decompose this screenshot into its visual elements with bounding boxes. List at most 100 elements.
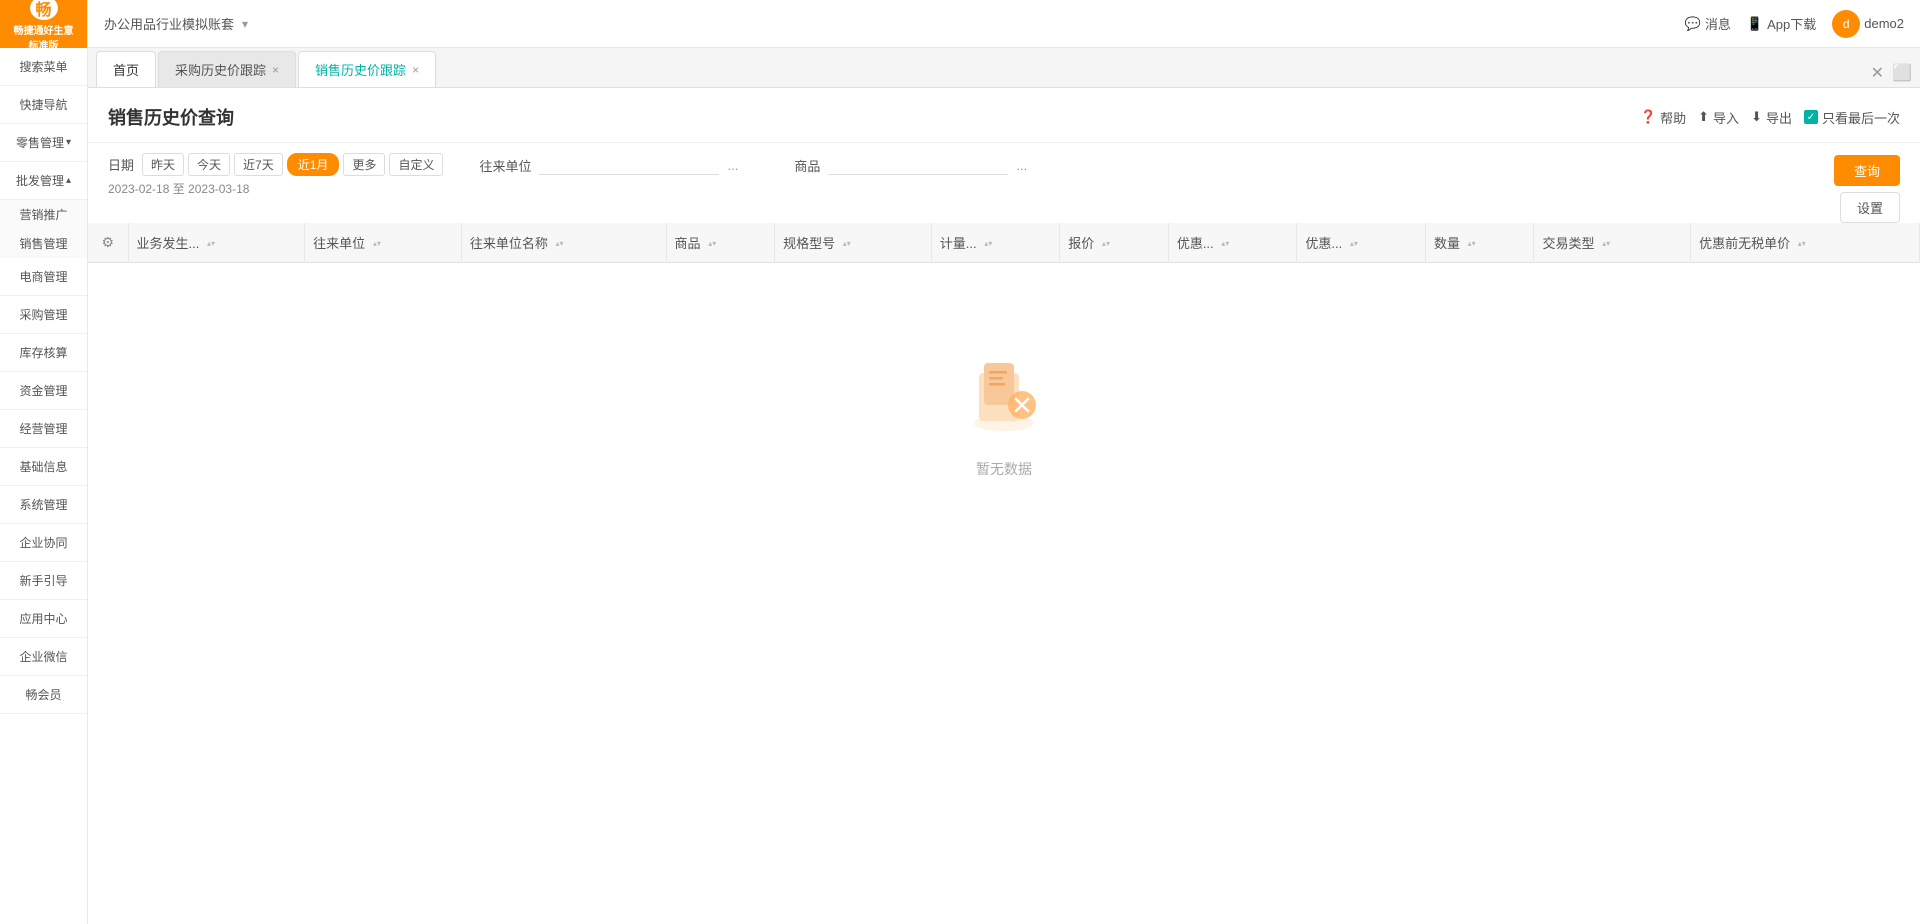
chevron-down-icon: ▾ xyxy=(66,137,71,148)
only-last-checkbox[interactable]: 只看最后一次 xyxy=(1804,108,1900,127)
sort-icon-12[interactable]: ▴▾ xyxy=(1798,241,1806,247)
sort-icon-5[interactable]: ▴▾ xyxy=(843,241,851,247)
settings-col-icon[interactable]: ⚙ xyxy=(101,234,114,250)
logo-icon: 畅 xyxy=(30,0,58,20)
sidebar-item-wechat[interactable]: 企业微信 xyxy=(0,638,87,676)
goods-dots[interactable]: ... xyxy=(1016,158,1027,173)
filter-date-top: 日期 昨天 今天 近7天 近1月 更多 自定义 xyxy=(108,153,443,176)
table-col-quote: 报价 ▴▾ xyxy=(1060,223,1169,263)
sidebar-item-operations[interactable]: 经营管理 xyxy=(0,410,87,448)
page-header: 销售历史价查询 ❓ 帮助 ⬆ 导入 ⬇ 导出 只看最后一次 xyxy=(88,88,1920,143)
phone-icon: 📱 xyxy=(1747,16,1763,32)
table-col-business-date: 业务发生... ▴▾ xyxy=(128,223,305,263)
tabs-right-actions: ✕ ⬜ xyxy=(1871,63,1912,87)
sort-icon-6[interactable]: ▴▾ xyxy=(984,241,992,247)
tab-sales[interactable]: 销售历史价跟踪 × xyxy=(298,51,436,87)
date-btn-7days[interactable]: 近7天 xyxy=(234,153,283,176)
close-window-icon[interactable]: ✕ xyxy=(1871,63,1884,83)
sort-icon-10[interactable]: ▴▾ xyxy=(1468,241,1476,247)
counterpart-input[interactable] xyxy=(539,155,719,175)
sidebar-item-guide[interactable]: 新手引导 xyxy=(0,562,87,600)
empty-icon xyxy=(954,343,1054,443)
date-buttons: 昨天 今天 近7天 近1月 更多 自定义 xyxy=(142,153,443,176)
sidebar: 畅 畅捷通好生意 标准版 搜索菜单 快捷导航 零售管理 ▾ 批发管理 ▴ 营销推… xyxy=(0,0,88,924)
help-icon: ❓ xyxy=(1640,109,1656,125)
sidebar-item-finance[interactable]: 资金管理 xyxy=(0,372,87,410)
sidebar-item-sales-mgmt[interactable]: 销售管理 xyxy=(0,229,87,258)
app-download-button[interactable]: 📱 App下载 xyxy=(1747,14,1816,33)
counterpart-dots[interactable]: ... xyxy=(727,158,738,173)
sort-icon-11[interactable]: ▴▾ xyxy=(1602,241,1610,247)
table-col-counterpart-name: 往来单位名称 ▴▾ xyxy=(461,223,666,263)
data-table: ⚙ 业务发生... ▴▾ 往来单位 ▴▾ 往来单位名称 ▴▾ xyxy=(88,223,1920,263)
maximize-icon[interactable]: ⬜ xyxy=(1892,63,1912,83)
tab-bar: 首页 采购历史价跟踪 × 销售历史价跟踪 × ✕ ⬜ xyxy=(88,48,1920,88)
search-button[interactable]: 查询 xyxy=(1834,155,1900,186)
filter-wrapper: 日期 昨天 今天 近7天 近1月 更多 自定义 2023-02-18 至 202… xyxy=(88,143,1920,223)
company-name: 办公用品行业模拟账套 xyxy=(104,14,234,33)
content-area: 销售历史价查询 ❓ 帮助 ⬆ 导入 ⬇ 导出 只看最后一次 xyxy=(88,88,1920,924)
sidebar-item-collab[interactable]: 企业协同 xyxy=(0,524,87,562)
tab-sales-close-icon[interactable]: × xyxy=(412,64,419,76)
topbar: 办公用品行业模拟账套 ▾ 💬 消息 📱 App下载 d demo2 xyxy=(88,0,1920,48)
sidebar-item-retail[interactable]: 零售管理 ▾ xyxy=(0,124,87,162)
topbar-left: 办公用品行业模拟账套 ▾ xyxy=(104,14,248,33)
user-menu[interactable]: d demo2 xyxy=(1832,10,1904,38)
sidebar-item-inventory[interactable]: 库存核算 xyxy=(0,334,87,372)
sidebar-item-ecommerce[interactable]: 电商管理 xyxy=(0,258,87,296)
main-area: 办公用品行业模拟账套 ▾ 💬 消息 📱 App下载 d demo2 首页 采购历… xyxy=(88,0,1920,924)
help-button[interactable]: ❓ 帮助 xyxy=(1640,108,1686,127)
sort-icon-3[interactable]: ▴▾ xyxy=(555,241,563,247)
date-btn-more[interactable]: 更多 xyxy=(343,153,385,176)
sort-icon-2[interactable]: ▴▾ xyxy=(373,241,381,247)
message-button[interactable]: 💬 消息 xyxy=(1685,14,1731,33)
sidebar-item-member[interactable]: 畅会员 xyxy=(0,676,87,714)
empty-text: 暂无数据 xyxy=(976,459,1032,479)
sort-icon-7[interactable]: ▴▾ xyxy=(1102,241,1110,247)
date-btn-yesterday[interactable]: 昨天 xyxy=(142,153,184,176)
sort-icon-4[interactable]: ▴▾ xyxy=(708,241,716,247)
tab-purchase[interactable]: 采购历史价跟踪 × xyxy=(158,51,296,87)
import-button[interactable]: ⬆ 导入 xyxy=(1698,108,1739,127)
export-icon: ⬇ xyxy=(1751,109,1762,125)
counterpart-label: 往来单位 xyxy=(479,156,531,175)
date-range-display: 2023-02-18 至 2023-03-18 xyxy=(108,180,443,197)
date-btn-today[interactable]: 今天 xyxy=(188,153,230,176)
table-col-goods: 商品 ▴▾ xyxy=(666,223,775,263)
table-col-trade-type: 交易类型 ▴▾ xyxy=(1534,223,1691,263)
logo-text: 畅捷通好生意 xyxy=(14,22,74,37)
sidebar-item-system[interactable]: 系统管理 xyxy=(0,486,87,524)
sidebar-item-wholesale[interactable]: 批发管理 ▴ xyxy=(0,162,87,200)
date-btn-custom[interactable]: 自定义 xyxy=(389,153,443,176)
dropdown-arrow-icon[interactable]: ▾ xyxy=(242,17,248,31)
message-icon: 💬 xyxy=(1685,16,1701,32)
sidebar-item-nav[interactable]: 快捷导航 xyxy=(0,86,87,124)
table-col-discount2: 优惠... ▴▾ xyxy=(1297,223,1426,263)
date-btn-1month[interactable]: 近1月 xyxy=(287,153,340,176)
sidebar-item-purchase[interactable]: 采购管理 xyxy=(0,296,87,334)
sort-icon-8[interactable]: ▴▾ xyxy=(1221,241,1229,247)
data-table-container: ⚙ 业务发生... ▴▾ 往来单位 ▴▾ 往来单位名称 ▴▾ xyxy=(88,223,1920,559)
table-col-settings: ⚙ xyxy=(88,223,128,263)
sort-icon-9[interactable]: ▴▾ xyxy=(1350,241,1358,247)
sidebar-logo[interactable]: 畅 畅捷通好生意 标准版 xyxy=(0,0,87,48)
sidebar-item-search[interactable]: 搜索菜单 xyxy=(0,48,87,86)
table-col-unit: 计量... ▴▾ xyxy=(931,223,1060,263)
sidebar-item-app-center[interactable]: 应用中心 xyxy=(0,600,87,638)
settings-button[interactable]: 设置 xyxy=(1840,192,1900,223)
chevron-up-icon: ▴ xyxy=(66,175,71,186)
sidebar-item-base-info[interactable]: 基础信息 xyxy=(0,448,87,486)
export-button[interactable]: ⬇ 导出 xyxy=(1751,108,1792,127)
import-icon: ⬆ xyxy=(1698,109,1709,125)
goods-input[interactable] xyxy=(828,155,1008,175)
table-col-qty: 数量 ▴▾ xyxy=(1425,223,1534,263)
tab-home[interactable]: 首页 xyxy=(96,51,156,87)
sort-icon[interactable]: ▴▾ xyxy=(207,241,215,247)
page-actions: ❓ 帮助 ⬆ 导入 ⬇ 导出 只看最后一次 xyxy=(1640,108,1900,127)
table-col-counterpart: 往来单位 ▴▾ xyxy=(305,223,462,263)
table-header-row: ⚙ 业务发生... ▴▾ 往来单位 ▴▾ 往来单位名称 ▴▾ xyxy=(88,223,1920,263)
tab-purchase-close-icon[interactable]: × xyxy=(272,64,279,76)
sidebar-item-marketing[interactable]: 营销推广 xyxy=(0,200,87,229)
filter-date-block: 日期 昨天 今天 近7天 近1月 更多 自定义 2023-02-18 至 202… xyxy=(108,153,443,197)
table-col-discount1: 优惠... ▴▾ xyxy=(1168,223,1297,263)
